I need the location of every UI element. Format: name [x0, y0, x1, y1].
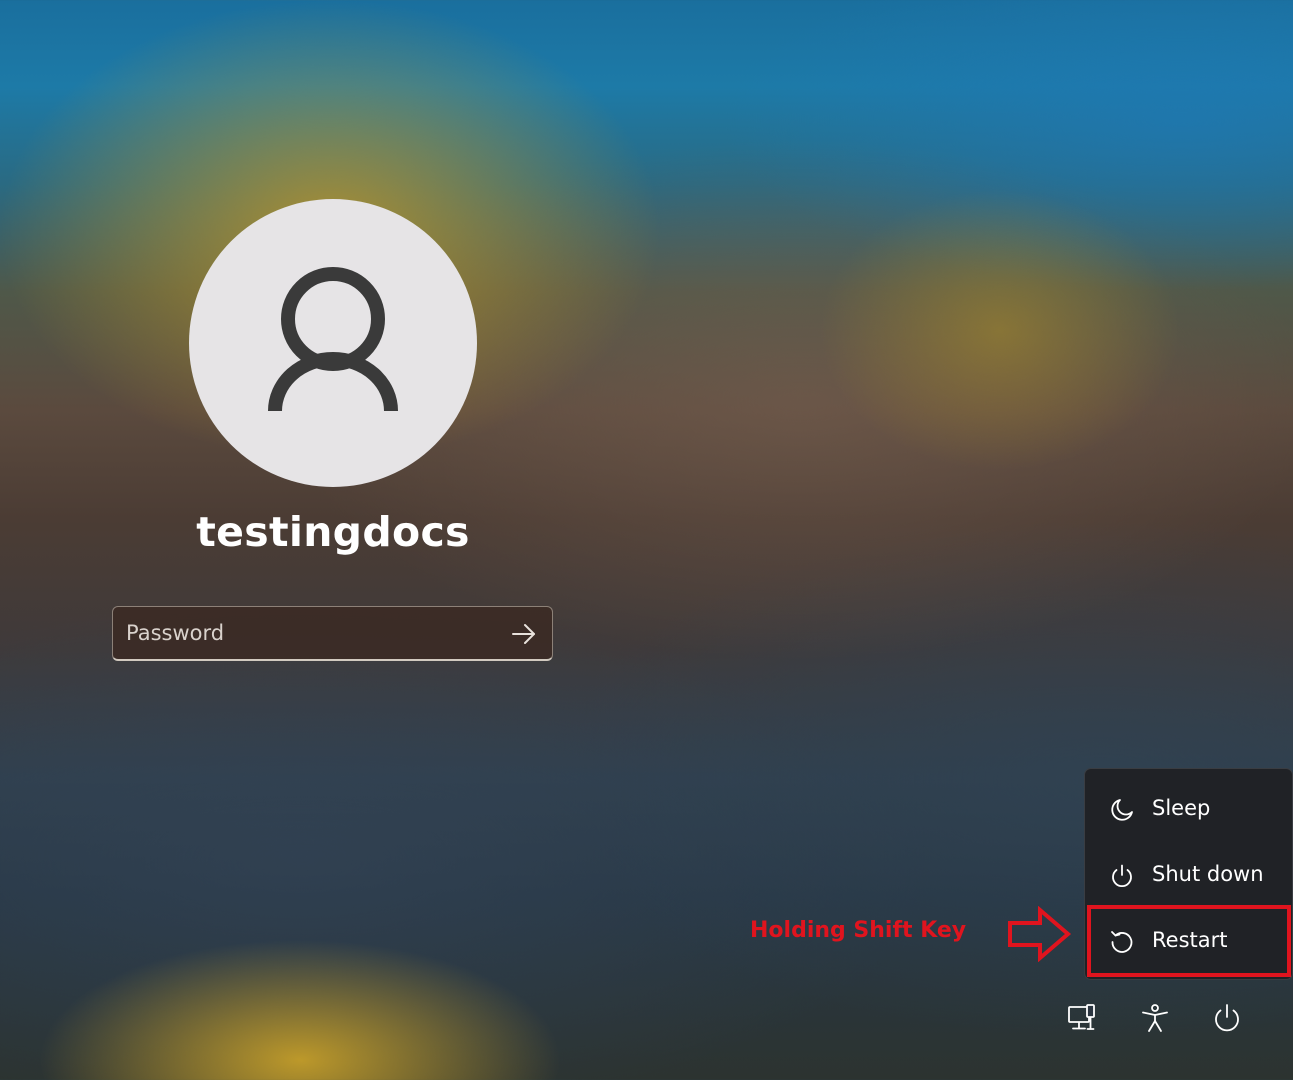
accessibility-icon[interactable] — [1139, 1002, 1171, 1034]
power-icon[interactable] — [1211, 1002, 1243, 1034]
power-icon — [1112, 864, 1132, 888]
annotation-arrow-icon — [1008, 906, 1072, 962]
menu-item-sleep[interactable]: Sleep — [1085, 780, 1293, 838]
menu-item-label: Shut down — [1152, 862, 1264, 886]
moon-icon — [1111, 799, 1133, 821]
menu-item-label: Restart — [1152, 928, 1228, 952]
submit-arrow-icon[interactable] — [510, 620, 538, 648]
restart-icon — [1111, 931, 1133, 953]
password-field[interactable] — [112, 606, 553, 661]
user-avatar — [189, 199, 477, 487]
password-input[interactable] — [126, 617, 496, 649]
menu-item-restart[interactable]: Restart — [1085, 912, 1293, 970]
annotation-label: Holding Shift Key — [750, 918, 967, 943]
user-silhouette-icon — [268, 267, 398, 412]
username: testingdocs — [196, 508, 470, 556]
menu-item-label: Sleep — [1152, 796, 1211, 820]
network-icon[interactable] — [1066, 1002, 1098, 1034]
power-options-menu: Sleep Shut down Restart — [1084, 768, 1293, 980]
menu-item-shut-down[interactable]: Shut down — [1085, 846, 1293, 904]
